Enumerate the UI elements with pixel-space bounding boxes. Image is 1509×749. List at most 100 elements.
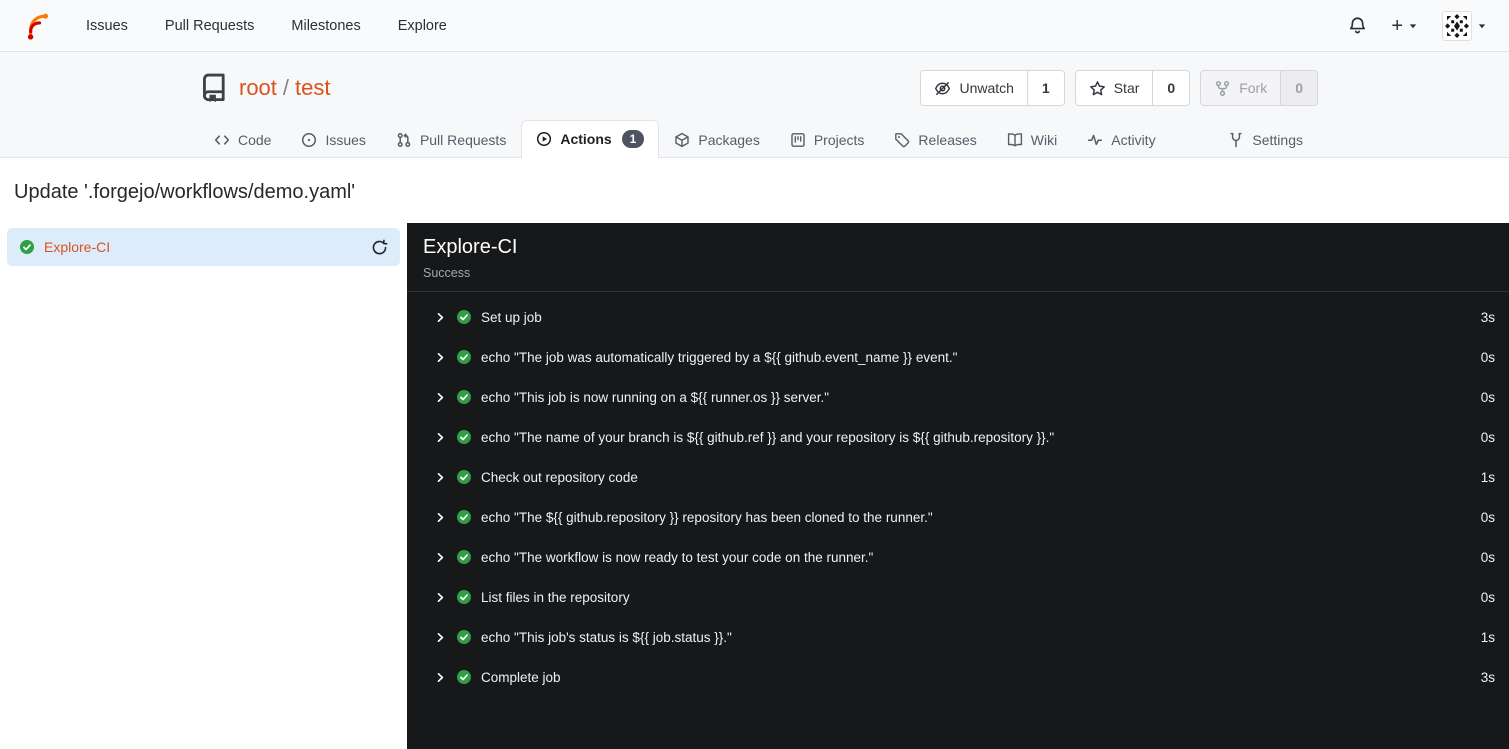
star-button-label: Star xyxy=(1113,80,1140,96)
fork-count[interactable]: 0 xyxy=(1280,71,1317,105)
tab-packages[interactable]: Packages xyxy=(659,122,774,158)
topnav-item-explore[interactable]: Explore xyxy=(398,18,447,34)
star-button[interactable]: Star 0 xyxy=(1074,70,1191,106)
page-title: Update '.forgejo/workflows/demo.yaml' xyxy=(14,181,356,203)
run-content: Explore-CI Explore-CI Success Set up job… xyxy=(0,223,1509,749)
check-circle-icon xyxy=(456,509,472,525)
repo-tabs: Code Issues Pull Requests Actions 1 Packages P… xyxy=(191,120,1318,158)
book-icon xyxy=(1007,132,1023,148)
step-name: echo "This job is now running on a ${{ r… xyxy=(481,389,830,405)
tab-wiki[interactable]: Wiki xyxy=(992,122,1072,158)
chevron-right-icon[interactable] xyxy=(434,631,447,644)
step-name: Set up job xyxy=(481,309,542,325)
activity-icon xyxy=(1087,132,1103,148)
tab-label: Wiki xyxy=(1030,132,1058,148)
step-row[interactable]: echo "This job's status is ${{ job.statu… xyxy=(407,617,1509,657)
job-item-label: Explore-CI xyxy=(44,239,111,255)
tab-settings[interactable]: Settings xyxy=(1213,122,1318,158)
check-circle-icon xyxy=(456,589,472,605)
repo-path-separator: / xyxy=(282,75,290,100)
unwatch-button-label: Unwatch xyxy=(959,80,1014,96)
user-menu[interactable] xyxy=(1442,10,1487,41)
step-duration: 0s xyxy=(1480,549,1495,565)
notifications-button[interactable] xyxy=(1348,16,1367,35)
fork-button: Fork 0 xyxy=(1200,70,1318,106)
repo-header: root / test Unwatch 1 Star 0 Fork 0 Code Issue… xyxy=(0,52,1509,158)
code-icon xyxy=(214,132,230,148)
step-duration: 0s xyxy=(1480,589,1495,605)
chevron-right-icon[interactable] xyxy=(434,431,447,444)
tag-icon xyxy=(894,132,910,148)
chevron-right-icon[interactable] xyxy=(434,671,447,684)
repo-owner-link[interactable]: root xyxy=(239,75,277,101)
job-panel-header: Explore-CI Success xyxy=(407,223,1509,292)
repo-icon xyxy=(199,73,229,103)
topnav-item-pull-requests[interactable]: Pull Requests xyxy=(165,18,254,34)
chevron-right-icon[interactable] xyxy=(434,351,447,364)
step-name: echo "The workflow is now ready to test … xyxy=(481,549,874,565)
step-row[interactable]: List files in the repository 0s xyxy=(407,577,1509,617)
fork-icon xyxy=(1214,80,1231,97)
step-row[interactable]: Set up job 3s xyxy=(407,297,1509,337)
unwatch-button[interactable]: Unwatch 1 xyxy=(920,70,1065,106)
step-name: Check out repository code xyxy=(481,469,638,485)
tab-label: Issues xyxy=(325,132,366,148)
forgejo-logo[interactable] xyxy=(22,11,52,41)
refresh-icon[interactable] xyxy=(371,239,388,256)
avatar-identicon xyxy=(1442,10,1472,41)
step-row[interactable]: Complete job 3s xyxy=(407,657,1509,697)
step-row[interactable]: echo "The ${{ github.repository }} repos… xyxy=(407,497,1509,537)
package-icon xyxy=(674,132,690,148)
chevron-right-icon[interactable] xyxy=(434,511,447,524)
topnav-links: Issues Pull Requests Milestones Explore xyxy=(86,18,484,34)
tab-issues[interactable]: Issues xyxy=(286,122,380,158)
topnav-right: + xyxy=(1348,10,1487,41)
jobs-sidebar: Explore-CI xyxy=(0,223,407,749)
star-count[interactable]: 0 xyxy=(1152,71,1189,105)
check-circle-icon xyxy=(456,389,472,405)
step-name: echo "This job's status is ${{ job.statu… xyxy=(481,629,732,645)
step-row[interactable]: echo "The workflow is now ready to test … xyxy=(407,537,1509,577)
step-duration: 1s xyxy=(1480,629,1495,645)
plus-icon: + xyxy=(1391,14,1403,37)
topnav-item-milestones[interactable]: Milestones xyxy=(291,18,360,34)
unwatch-count[interactable]: 1 xyxy=(1026,71,1064,105)
step-name: echo "The name of your branch is ${{ git… xyxy=(481,429,1055,445)
bell-icon xyxy=(1348,16,1367,35)
create-new-button[interactable]: + xyxy=(1391,16,1418,36)
job-item-explore-ci[interactable]: Explore-CI xyxy=(7,228,400,266)
step-row[interactable]: echo "This job is now running on a ${{ r… xyxy=(407,377,1509,417)
tab-releases[interactable]: Releases xyxy=(879,122,991,158)
tab-activity[interactable]: Activity xyxy=(1072,122,1170,158)
topnav-item-issues[interactable]: Issues xyxy=(86,18,128,34)
check-circle-icon xyxy=(456,349,472,365)
step-duration: 0s xyxy=(1480,389,1495,405)
chevron-right-icon[interactable] xyxy=(434,591,447,604)
step-duration: 0s xyxy=(1480,349,1495,365)
tab-actions[interactable]: Actions 1 xyxy=(521,120,660,158)
step-row[interactable]: echo "The name of your branch is ${{ git… xyxy=(407,417,1509,457)
check-circle-icon xyxy=(456,309,472,325)
tab-projects[interactable]: Projects xyxy=(775,122,880,158)
chevron-right-icon[interactable] xyxy=(434,391,447,404)
caret-down-icon xyxy=(1477,21,1487,31)
chevron-right-icon[interactable] xyxy=(434,311,447,324)
chevron-right-icon[interactable] xyxy=(434,551,447,564)
repo-action-buttons: Unwatch 1 Star 0 Fork 0 xyxy=(910,70,1318,106)
repo-name-link[interactable]: test xyxy=(295,75,330,101)
tab-label: Settings xyxy=(1252,132,1303,148)
step-row[interactable]: Check out repository code 1s xyxy=(407,457,1509,497)
caret-down-icon xyxy=(1408,21,1418,31)
play-circle-icon xyxy=(536,131,552,147)
step-name: List files in the repository xyxy=(481,589,630,605)
chevron-right-icon[interactable] xyxy=(434,471,447,484)
tab-pull-requests[interactable]: Pull Requests xyxy=(381,122,521,158)
tool-icon xyxy=(1228,132,1244,148)
check-circle-icon xyxy=(19,239,35,255)
step-row[interactable]: echo "The job was automatically triggere… xyxy=(407,337,1509,377)
eye-off-icon xyxy=(934,80,951,97)
tab-label: Code xyxy=(238,132,272,148)
step-name: echo "The ${{ github.repository }} repos… xyxy=(481,509,933,525)
issue-icon xyxy=(301,132,317,148)
tab-code[interactable]: Code xyxy=(199,122,286,158)
